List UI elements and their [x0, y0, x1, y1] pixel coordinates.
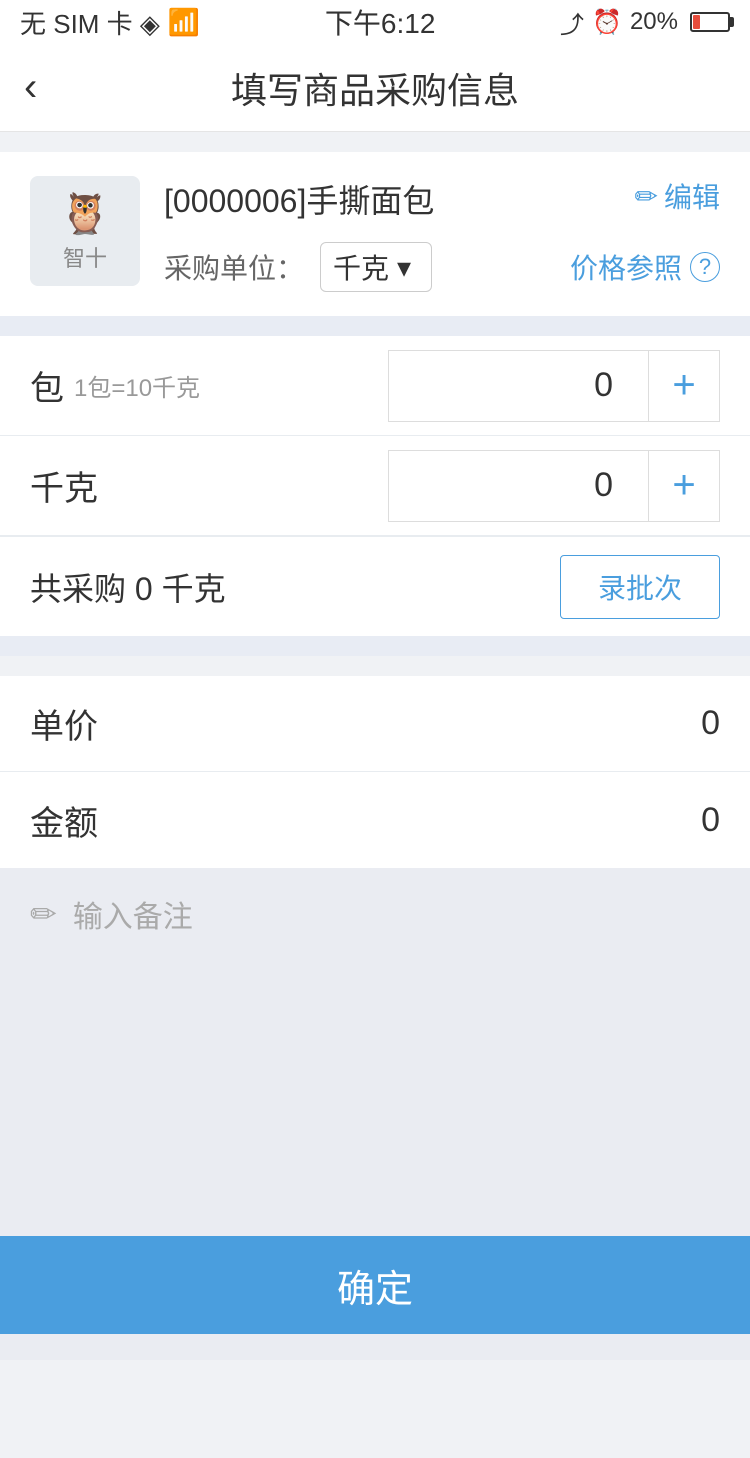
batch-button[interactable]: 录批次 — [560, 555, 720, 619]
edit-button[interactable]: ✏ 编辑 — [635, 176, 720, 216]
confirm-button[interactable]: 确定 — [0, 1236, 750, 1334]
section-divider-2 — [0, 636, 750, 656]
alarm-icon: ⏰ — [592, 8, 622, 37]
note-section[interactable]: ✏ 输入备注 — [0, 868, 750, 960]
price-ref-help-icon: ? — [690, 252, 720, 282]
status-left: 无 SIM 卡 ◈ 📶 — [20, 4, 200, 41]
unit-price-value: 0 — [701, 704, 720, 743]
sim-label: 无 SIM 卡 ◈ — [20, 4, 160, 41]
unit-price-row: 单价 0 — [0, 676, 750, 772]
amount-label: 金额 — [30, 796, 98, 845]
unit-select[interactable]: 千克 ▾ — [320, 242, 432, 292]
product-logo-icon: 🦉 — [60, 190, 110, 237]
kg-label: 千克 — [30, 461, 98, 510]
unit-value: 千克 — [333, 247, 389, 287]
product-card: 🦉 智十 [0000006]手撕面包 ✏ 编辑 采购单位： 千克 ▾ 价格参照 … — [0, 152, 750, 316]
kg-quantity-input[interactable] — [388, 450, 648, 522]
total-label: 共采购 0 千克 — [30, 564, 226, 610]
section-divider-1 — [0, 316, 750, 336]
kg-input-right: + — [388, 450, 720, 522]
status-time: 下午6:12 — [325, 2, 436, 42]
status-bar: 无 SIM 卡 ◈ 📶 下午6:12 ⤴ ⏰ 20% — [0, 0, 750, 44]
status-right: ⤴ ⏰ 20% — [560, 5, 730, 40]
note-placeholder: 输入备注 — [73, 892, 193, 936]
back-button[interactable]: ‹ — [24, 65, 37, 110]
package-sublabel: 1包=10千克 — [74, 368, 200, 403]
product-thumb-label: 智十 — [63, 241, 107, 273]
kg-input-row: 千克 + — [0, 436, 750, 536]
dropdown-icon: ▾ — [397, 251, 411, 284]
package-quantity-input[interactable] — [388, 350, 648, 422]
package-input-right: + — [388, 350, 720, 422]
product-info: [0000006]手撕面包 ✏ 编辑 采购单位： 千克 ▾ 价格参照 ? — [164, 176, 720, 292]
price-ref-label: 价格参照 — [570, 247, 682, 287]
package-input-row: 包 1包=10千克 + — [0, 336, 750, 436]
battery-icon — [690, 12, 730, 32]
price-section: 单价 0 金额 0 — [0, 676, 750, 868]
price-reference-button[interactable]: 价格参照 ? — [570, 247, 720, 287]
amount-value: 0 — [701, 801, 720, 840]
page-title: 填写商品采购信息 — [231, 62, 519, 114]
amount-row: 金额 0 — [0, 772, 750, 868]
product-thumbnail: 🦉 智十 — [30, 176, 140, 286]
total-row: 共采购 0 千克 录批次 — [0, 536, 750, 636]
quantity-input-section: 包 1包=10千克 + 千克 + — [0, 336, 750, 536]
nav-bar: ‹ 填写商品采购信息 — [0, 44, 750, 132]
location-icon: ⤴ — [560, 5, 584, 40]
package-plus-button[interactable]: + — [648, 350, 720, 422]
kg-plus-button[interactable]: + — [648, 450, 720, 522]
package-label: 包 — [30, 361, 64, 410]
edit-icon: ✏ — [635, 180, 658, 213]
pencil-icon: ✏ — [30, 895, 57, 933]
product-name: [0000006]手撕面包 — [164, 176, 434, 222]
wifi-icon: 📶 — [168, 7, 200, 38]
battery-label: 20% — [630, 8, 678, 36]
purchase-unit-label: 采购单位： — [164, 247, 304, 287]
edit-label: 编辑 — [664, 176, 720, 216]
unit-price-label: 单价 — [30, 699, 98, 748]
